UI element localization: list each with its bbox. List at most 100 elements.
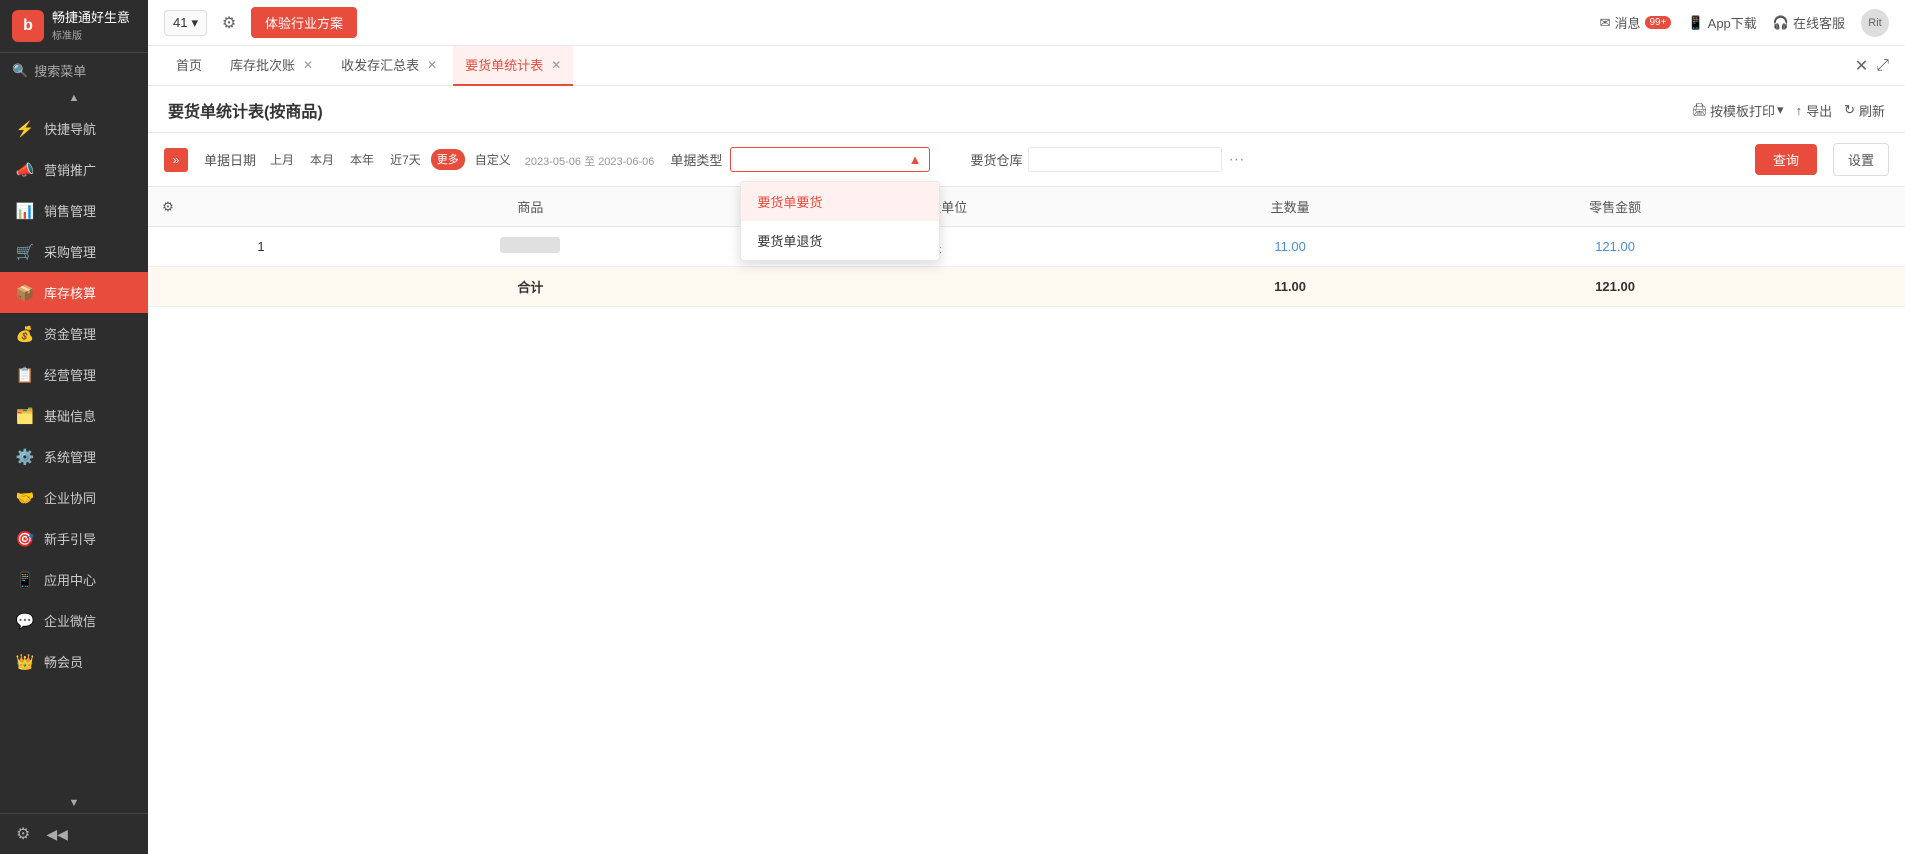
sidebar-item-label: 库存核算 — [44, 283, 96, 302]
query-button[interactable]: 查询 — [1755, 144, 1817, 175]
footer-no — [188, 267, 334, 307]
sidebar-scroll-up[interactable]: ▲ — [0, 88, 148, 108]
store-name: 41 — [173, 15, 187, 30]
online-service-button[interactable]: 🎧 在线客服 — [1773, 13, 1845, 32]
sidebar-bottom: ⚙ ◀◀ — [0, 813, 148, 854]
sidebar-item-guide[interactable]: 🎯 新手引导 — [0, 518, 148, 559]
more-filters-button[interactable]: ··· — [1228, 151, 1244, 169]
store-selector[interactable]: 41 ▾ — [164, 10, 207, 36]
sidebar-scroll-down[interactable]: ▼ — [0, 793, 148, 813]
tab-home-label: 首页 — [176, 55, 202, 74]
sidebar-item-basic[interactable]: 🗂️ 基础信息 — [0, 395, 148, 436]
date-shortcut-last-month[interactable]: 上月 — [264, 149, 300, 170]
sidebar-search[interactable]: 🔍 搜索菜单 — [0, 53, 148, 88]
dropdown-item-order-return[interactable]: 要货单退货 — [741, 221, 939, 260]
sidebar-item-quick-nav[interactable]: ⚡ 快捷导航 — [0, 108, 148, 149]
sidebar-item-sales[interactable]: 📊 销售管理 — [0, 190, 148, 231]
sidebar-item-operation[interactable]: 📋 经营管理 — [0, 354, 148, 395]
trial-button[interactable]: 体验行业方案 — [251, 7, 357, 38]
filter-expand-button[interactable]: » — [164, 148, 188, 172]
collapse-icon[interactable]: ◀◀ — [46, 826, 68, 843]
footer-extra — [1793, 267, 1905, 307]
date-filter-group: 单据日期 上月 本月 本年 近7天 更多 自定义 2023-05-06 至 20… — [204, 149, 654, 170]
date-shortcut-more[interactable]: 更多 — [431, 149, 465, 170]
print-button[interactable]: 🖨 按模板打印 ▾ — [1692, 101, 1784, 120]
messages-badge: 99+ — [1645, 16, 1672, 29]
messages-label: 消息 — [1614, 13, 1640, 32]
dropdown-item-order-goods[interactable]: 要货单要货 — [741, 182, 939, 221]
tab-order-stats-close[interactable]: ✕ — [551, 58, 561, 72]
dropdown-item-label: 要货单退货 — [757, 234, 822, 249]
system-icon: ⚙️ — [16, 448, 34, 466]
amount-link[interactable]: 121.00 — [1595, 239, 1635, 254]
refresh-icon: ↻ — [1844, 102, 1855, 118]
tab-receivable-summary[interactable]: 收发存汇总表 ✕ — [329, 46, 449, 86]
date-shortcut-custom[interactable]: 自定义 — [469, 149, 517, 170]
tab-inventory-batch-label: 库存批次账 — [230, 55, 295, 74]
wechat-icon: 💬 — [16, 612, 34, 630]
type-filter-select[interactable]: ▲ — [730, 147, 930, 172]
tab-receivable-summary-close[interactable]: ✕ — [427, 58, 437, 72]
cell-amount: 121.00 — [1437, 227, 1792, 267]
operation-icon: 📋 — [16, 366, 34, 384]
topbar: 41 ▾ ⚙ 体验行业方案 ✉ 消息 99+ 📱 App下载 🎧 在线客服 — [148, 0, 1905, 46]
refresh-button[interactable]: ↻ 刷新 — [1844, 101, 1885, 120]
col-extra — [1793, 187, 1905, 227]
sidebar-item-enterprise[interactable]: 🤝 企业协同 — [0, 477, 148, 518]
page-title: 要货单统计表(按商品) — [168, 98, 323, 122]
main-content: 41 ▾ ⚙ 体验行业方案 ✉ 消息 99+ 📱 App下载 🎧 在线客服 — [148, 0, 1905, 854]
gear-icon: ⚙ — [222, 13, 236, 33]
sidebar-item-label: 采购管理 — [44, 242, 96, 261]
col-settings[interactable]: ⚙ — [148, 187, 188, 227]
tabs-expand-button[interactable]: ⤢ — [1876, 57, 1889, 75]
print-icon: 🖨 — [1692, 102, 1709, 118]
tab-home[interactable]: 首页 — [164, 46, 214, 86]
app-download-label: App下载 — [1708, 13, 1757, 32]
sidebar-item-marketing[interactable]: 📣 营销推广 — [0, 149, 148, 190]
quick-nav-icon: ⚡ — [16, 120, 34, 138]
sidebar-item-finance[interactable]: 💰 资金管理 — [0, 313, 148, 354]
sidebar-item-label: 应用中心 — [44, 570, 96, 589]
cell-settings — [148, 227, 188, 267]
sidebar-item-label: 畅会员 — [44, 652, 83, 671]
marketing-icon: 📣 — [16, 161, 34, 179]
warehouse-filter-input[interactable] — [1028, 147, 1222, 172]
member-icon: 👑 — [16, 653, 34, 671]
tabs-bar: 首页 库存批次账 ✕ 收发存汇总表 ✕ 要货单统计表 ✕ ✕ ⤢ — [148, 46, 1905, 86]
settings-icon[interactable]: ⚙ — [16, 824, 30, 844]
date-shortcut-this-month[interactable]: 本月 — [304, 149, 340, 170]
sidebar-item-member[interactable]: 👑 畅会员 — [0, 641, 148, 682]
sidebar-item-wechat[interactable]: 💬 企业微信 — [0, 600, 148, 641]
app-download-button[interactable]: 📱 App下载 — [1687, 13, 1756, 32]
dropdown-item-label: 要货单要货 — [757, 195, 822, 210]
date-shortcut-this-year[interactable]: 本年 — [344, 149, 380, 170]
date-shortcut-7days[interactable]: 近7天 — [384, 149, 427, 170]
app-center-icon: 📱 — [16, 571, 34, 589]
page-content: 要货单统计表(按商品) 🖨 按模板打印 ▾ ↑ 导出 ↻ 刷新 » — [148, 86, 1905, 854]
app-icon: 📱 — [1687, 15, 1703, 31]
sidebar-item-purchase[interactable]: 🛒 采购管理 — [0, 231, 148, 272]
tab-order-stats[interactable]: 要货单统计表 ✕ — [453, 46, 573, 86]
avatar[interactable]: Rit — [1861, 9, 1889, 37]
sidebar-item-system[interactable]: ⚙️ 系统管理 — [0, 436, 148, 477]
footer-settings — [148, 267, 188, 307]
sidebar-item-inventory[interactable]: 📦 库存核算 — [0, 272, 148, 313]
settings-button[interactable]: 设置 — [1833, 143, 1889, 176]
messages-button[interactable]: ✉ 消息 99+ — [1600, 13, 1672, 32]
export-button[interactable]: ↑ 导出 — [1796, 101, 1833, 120]
table-row: 1 块 11.00 121.00 — [148, 227, 1905, 267]
tab-inventory-batch-close[interactable]: ✕ — [303, 58, 313, 72]
finance-icon: 💰 — [16, 325, 34, 343]
footer-amount: 121.00 — [1437, 267, 1792, 307]
topbar-gear-button[interactable]: ⚙ — [215, 9, 243, 37]
sidebar-item-label: 营销推广 — [44, 160, 96, 179]
tabs-close-all-button[interactable]: ✕ — [1855, 56, 1868, 76]
tab-inventory-batch[interactable]: 库存批次账 ✕ — [218, 46, 325, 86]
enterprise-icon: 🤝 — [16, 489, 34, 507]
inventory-icon: 📦 — [16, 284, 34, 302]
sidebar-item-label: 系统管理 — [44, 447, 96, 466]
sidebar-item-app-center[interactable]: 📱 应用中心 — [0, 559, 148, 600]
logo-icon: b — [12, 10, 44, 42]
quantity-link[interactable]: 11.00 — [1274, 239, 1306, 254]
cell-product — [334, 227, 727, 267]
